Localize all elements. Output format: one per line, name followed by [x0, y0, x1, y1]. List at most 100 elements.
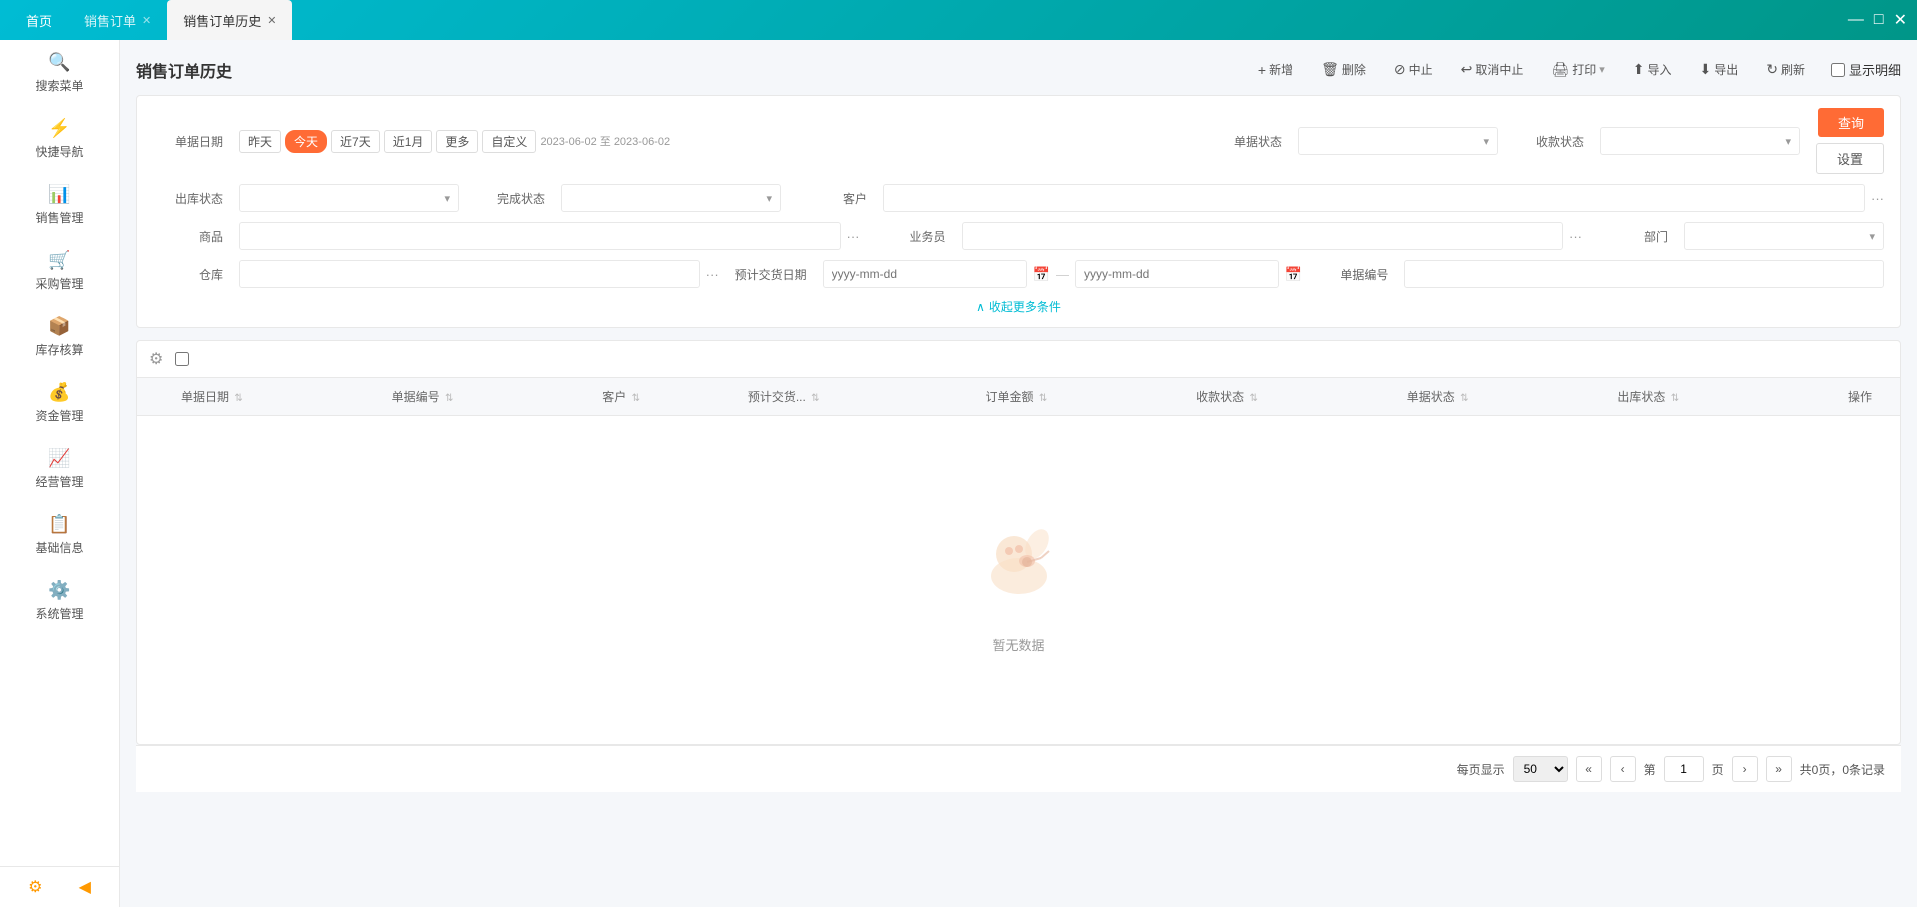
department-select[interactable]: ▾	[1684, 222, 1884, 250]
refresh-icon: ↻	[1766, 61, 1778, 78]
sidebar-item-inventory[interactable]: 📦 库存核算	[0, 304, 119, 370]
date-label: 单据日期	[153, 133, 223, 150]
per-page-label: 每页显示	[1457, 761, 1505, 778]
warehouse-field: ···	[239, 260, 719, 288]
close-sales-order-tab[interactable]: ✕	[142, 14, 151, 27]
delivery-status-select[interactable]: ▾	[239, 184, 459, 212]
new-button[interactable]: + 新增	[1248, 56, 1303, 83]
display-detail-checkbox[interactable]	[1831, 63, 1845, 77]
order-number-input[interactable]	[1404, 260, 1884, 288]
th-order-status-label: 单据状态	[1407, 390, 1455, 404]
date-more-btn[interactable]: 更多	[436, 130, 478, 153]
completion-status-label: 完成状态	[475, 190, 545, 207]
query-button[interactable]: 查询	[1818, 108, 1884, 137]
th-date-label: 单据日期	[181, 390, 229, 404]
date-today-btn[interactable]: 今天	[285, 130, 327, 153]
product-dots[interactable]: ···	[847, 229, 860, 244]
tab-home[interactable]: 首页	[10, 0, 68, 40]
delete-button[interactable]: 🗑 删除	[1311, 56, 1376, 83]
export-button[interactable]: ⬇ 导出	[1689, 56, 1748, 83]
sidebar-settings-icon[interactable]: ⚙	[28, 877, 42, 897]
th-operations-label: 操作	[1848, 390, 1872, 404]
payment-status-chevron: ▾	[1785, 135, 1791, 148]
sidebar-item-basic-info[interactable]: 📋 基础信息	[0, 502, 119, 568]
empty-illustration	[969, 506, 1069, 623]
product-input[interactable]	[239, 222, 841, 250]
th-amount: 订单金额 ⇅	[978, 378, 1189, 416]
collapse-row[interactable]: ∧ 收起更多条件	[153, 298, 1884, 315]
per-page-select[interactable]: 50 20 100	[1513, 756, 1568, 782]
th-payment-status-sort[interactable]: ⇅	[1249, 393, 1257, 404]
th-amount-sort[interactable]: ⇅	[1039, 393, 1047, 404]
payment-status-select[interactable]: ▾	[1600, 127, 1800, 155]
order-status-select[interactable]: ▾	[1298, 127, 1498, 155]
delivery-date-field: 📅 — 📅	[823, 260, 1303, 288]
pagination: 每页显示 50 20 100 « ‹ 第 页 › » 共0页，0条记录	[136, 745, 1901, 792]
first-page-btn[interactable]: «	[1576, 756, 1602, 782]
warehouse-dots[interactable]: ···	[706, 267, 719, 282]
customer-dots[interactable]: ···	[1871, 191, 1884, 206]
print-icon: 🖨	[1551, 61, 1569, 78]
delivery-date-to[interactable]	[1075, 260, 1279, 288]
date-last1m-btn[interactable]: 近1月	[384, 130, 433, 153]
th-order-status-sort[interactable]: ⇅	[1460, 393, 1468, 404]
refresh-button[interactable]: ↻ 刷新	[1756, 56, 1815, 83]
delivery-date-from[interactable]	[823, 260, 1027, 288]
sidebar-item-quick-nav[interactable]: ⚡ 快捷导航	[0, 106, 119, 172]
set-button[interactable]: 设置	[1816, 143, 1884, 174]
last-page-btn[interactable]: »	[1766, 756, 1792, 782]
tab-sales-order[interactable]: 销售订单 ✕	[68, 0, 167, 40]
page-input[interactable]	[1664, 756, 1704, 782]
date-custom-btn[interactable]: 自定义	[482, 130, 536, 153]
total-info: 共0页，0条记录	[1800, 761, 1885, 778]
calendar-from-icon[interactable]: 📅	[1033, 266, 1050, 283]
date-last7-btn[interactable]: 近7天	[331, 130, 380, 153]
calendar-to-icon[interactable]: 📅	[1285, 266, 1302, 283]
warehouse-input[interactable]	[239, 260, 700, 288]
stop-button[interactable]: ⊘ 中止	[1384, 56, 1443, 83]
th-date-sort[interactable]: ⇅	[234, 393, 242, 404]
th-number-label: 单据编号	[392, 390, 440, 404]
th-delivery-status-label: 出库状态	[1617, 390, 1665, 404]
th-number-sort[interactable]: ⇅	[445, 393, 453, 404]
sidebar-item-operations[interactable]: 📈 经营管理	[0, 436, 119, 502]
maximize-icon[interactable]: □	[1874, 11, 1884, 29]
content-area: 销售订单历史 + 新增 🗑 删除 ⊘ 中止 ↩ 取消中止	[120, 40, 1917, 907]
sidebar-item-finance[interactable]: 💰 资金管理	[0, 370, 119, 436]
th-delivery-status: 出库状态 ⇅	[1609, 378, 1820, 416]
table-header-row: 单据日期 ⇅ 单据编号 ⇅ 客户 ⇅ 预计交货...	[137, 378, 1900, 416]
salesperson-dots[interactable]: ···	[1569, 229, 1582, 244]
filter-row-4: 仓库 ··· 预计交货日期 📅 — 📅 单据编号	[153, 260, 1884, 288]
th-amount-label: 订单金额	[986, 390, 1034, 404]
select-all-checkbox[interactable]	[175, 352, 189, 366]
next-page-btn[interactable]: ›	[1732, 756, 1758, 782]
print-button[interactable]: 🖨 打印 ▾	[1541, 56, 1614, 83]
data-table: 单据日期 ⇅ 单据编号 ⇅ 客户 ⇅ 预计交货...	[137, 378, 1900, 744]
date-yesterday-btn[interactable]: 昨天	[239, 130, 281, 153]
date-filter-group: 昨天 今天 近7天 近1月 更多 自定义 2023-06-02 至 2023-0…	[239, 130, 1196, 153]
page-title: 销售订单历史	[136, 58, 232, 82]
sidebar-collapse-icon[interactable]: ◀	[79, 877, 91, 897]
sidebar-item-purchase-mgmt[interactable]: 🛒 采购管理	[0, 238, 119, 304]
customer-input[interactable]	[883, 184, 1865, 212]
tab-sales-order-history[interactable]: 销售订单历史 ✕	[167, 0, 292, 40]
sidebar-item-system-mgmt[interactable]: ⚙️ 系统管理	[0, 568, 119, 634]
sidebar-item-sales-mgmt[interactable]: 📊 销售管理	[0, 172, 119, 238]
salesperson-input[interactable]	[962, 222, 1564, 250]
empty-state-row: 暂无数据	[137, 416, 1900, 745]
completion-status-select[interactable]: ▾	[561, 184, 781, 212]
th-delivery-status-sort[interactable]: ⇅	[1671, 393, 1679, 404]
cancel-stop-button[interactable]: ↩ 取消中止	[1451, 56, 1534, 83]
sidebar-item-search-menu[interactable]: 🔍 搜索菜单	[0, 40, 119, 106]
page-suffix: 页	[1712, 761, 1724, 778]
payment-status-label: 收款状态	[1514, 133, 1584, 150]
minimize-icon[interactable]: —	[1848, 11, 1864, 29]
prev-page-btn[interactable]: ‹	[1610, 756, 1636, 782]
close-history-tab[interactable]: ✕	[267, 14, 276, 27]
import-button[interactable]: ⬆ 导入	[1623, 56, 1682, 83]
close-window-icon[interactable]: ✕	[1894, 10, 1907, 30]
th-customer-sort[interactable]: ⇅	[632, 393, 640, 404]
th-delivery-date-sort[interactable]: ⇅	[811, 393, 819, 404]
table-settings-icon[interactable]: ⚙	[149, 349, 163, 369]
th-delivery-date-label: 预计交货...	[748, 390, 806, 404]
